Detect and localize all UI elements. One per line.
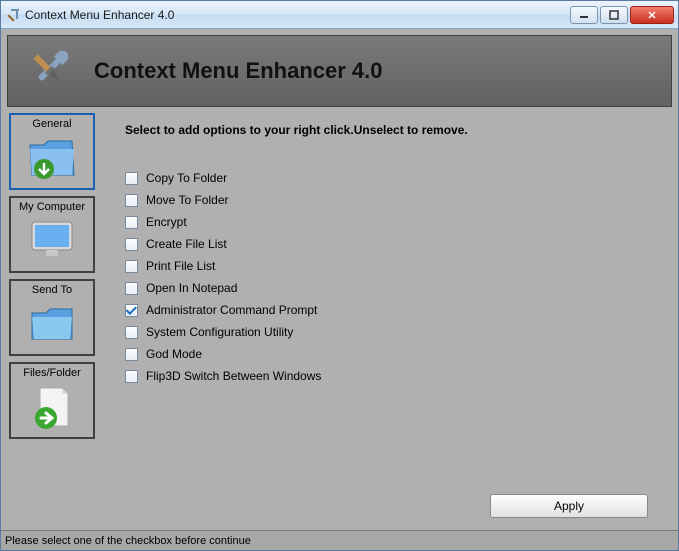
checkbox[interactable] (125, 304, 138, 317)
content-area: Context Menu Enhancer 4.0 General (1, 29, 678, 530)
sidebar-item-label: General (32, 118, 71, 130)
option-row: Encrypt (125, 215, 658, 229)
apply-button[interactable]: Apply (490, 494, 648, 518)
sidebar-item-sendto[interactable]: Send To (9, 279, 95, 356)
app-icon (5, 7, 21, 23)
option-label: Move To Folder (146, 193, 228, 207)
sidebar-item-label: Send To (32, 284, 72, 296)
application-window: Context Menu Enhancer 4.0 (0, 0, 679, 551)
file-arrow-icon (24, 381, 80, 433)
folder-icon (24, 298, 80, 350)
option-row: Move To Folder (125, 193, 658, 207)
body-row: General My Computer (7, 107, 672, 524)
window-controls (570, 6, 674, 24)
option-label: Copy To Folder (146, 171, 227, 185)
option-row: Create File List (125, 237, 658, 251)
checkbox[interactable] (125, 326, 138, 339)
header-title: Context Menu Enhancer 4.0 (94, 58, 383, 84)
close-button[interactable] (630, 6, 674, 24)
folder-download-icon (24, 132, 80, 184)
sidebar-item-label: My Computer (19, 201, 85, 213)
checkbox[interactable] (125, 370, 138, 383)
checkbox[interactable] (125, 172, 138, 185)
option-label: Create File List (146, 237, 227, 251)
status-text: Please select one of the checkbox before… (5, 535, 251, 547)
window-title: Context Menu Enhancer 4.0 (25, 8, 570, 22)
option-label: Encrypt (146, 215, 187, 229)
option-label: God Mode (146, 347, 202, 361)
option-label: System Configuration Utility (146, 325, 293, 339)
checkbox[interactable] (125, 348, 138, 361)
sidebar: General My Computer (7, 113, 97, 524)
option-row: Administrator Command Prompt (125, 303, 658, 317)
sidebar-item-mycomputer[interactable]: My Computer (9, 196, 95, 273)
option-row: God Mode (125, 347, 658, 361)
titlebar[interactable]: Context Menu Enhancer 4.0 (1, 1, 678, 29)
instruction-text: Select to add options to your right clic… (125, 123, 658, 137)
option-label: Administrator Command Prompt (146, 303, 317, 317)
option-row: Copy To Folder (125, 171, 658, 185)
checkbox[interactable] (125, 260, 138, 273)
option-row: Flip3D Switch Between Windows (125, 369, 658, 383)
tools-icon (22, 43, 76, 100)
minimize-button[interactable] (570, 6, 598, 24)
statusbar: Please select one of the checkbox before… (1, 530, 678, 550)
header-banner: Context Menu Enhancer 4.0 (7, 35, 672, 107)
checkbox[interactable] (125, 194, 138, 207)
maximize-button[interactable] (600, 6, 628, 24)
checkbox[interactable] (125, 238, 138, 251)
checkbox[interactable] (125, 282, 138, 295)
option-list: Copy To Folder Move To Folder Encrypt Creat… (125, 171, 658, 383)
option-row: Open In Notepad (125, 281, 658, 295)
option-label: Open In Notepad (146, 281, 237, 295)
sidebar-item-filesfolder[interactable]: Files/Folder (9, 362, 95, 439)
option-row: System Configuration Utility (125, 325, 658, 339)
option-label: Flip3D Switch Between Windows (146, 369, 321, 383)
option-label: Print File List (146, 259, 215, 273)
main-panel: Select to add options to your right clic… (97, 113, 672, 524)
sidebar-item-general[interactable]: General (9, 113, 95, 190)
sidebar-item-label: Files/Folder (23, 367, 80, 379)
checkbox[interactable] (125, 216, 138, 229)
option-row: Print File List (125, 259, 658, 273)
monitor-icon (24, 215, 80, 267)
